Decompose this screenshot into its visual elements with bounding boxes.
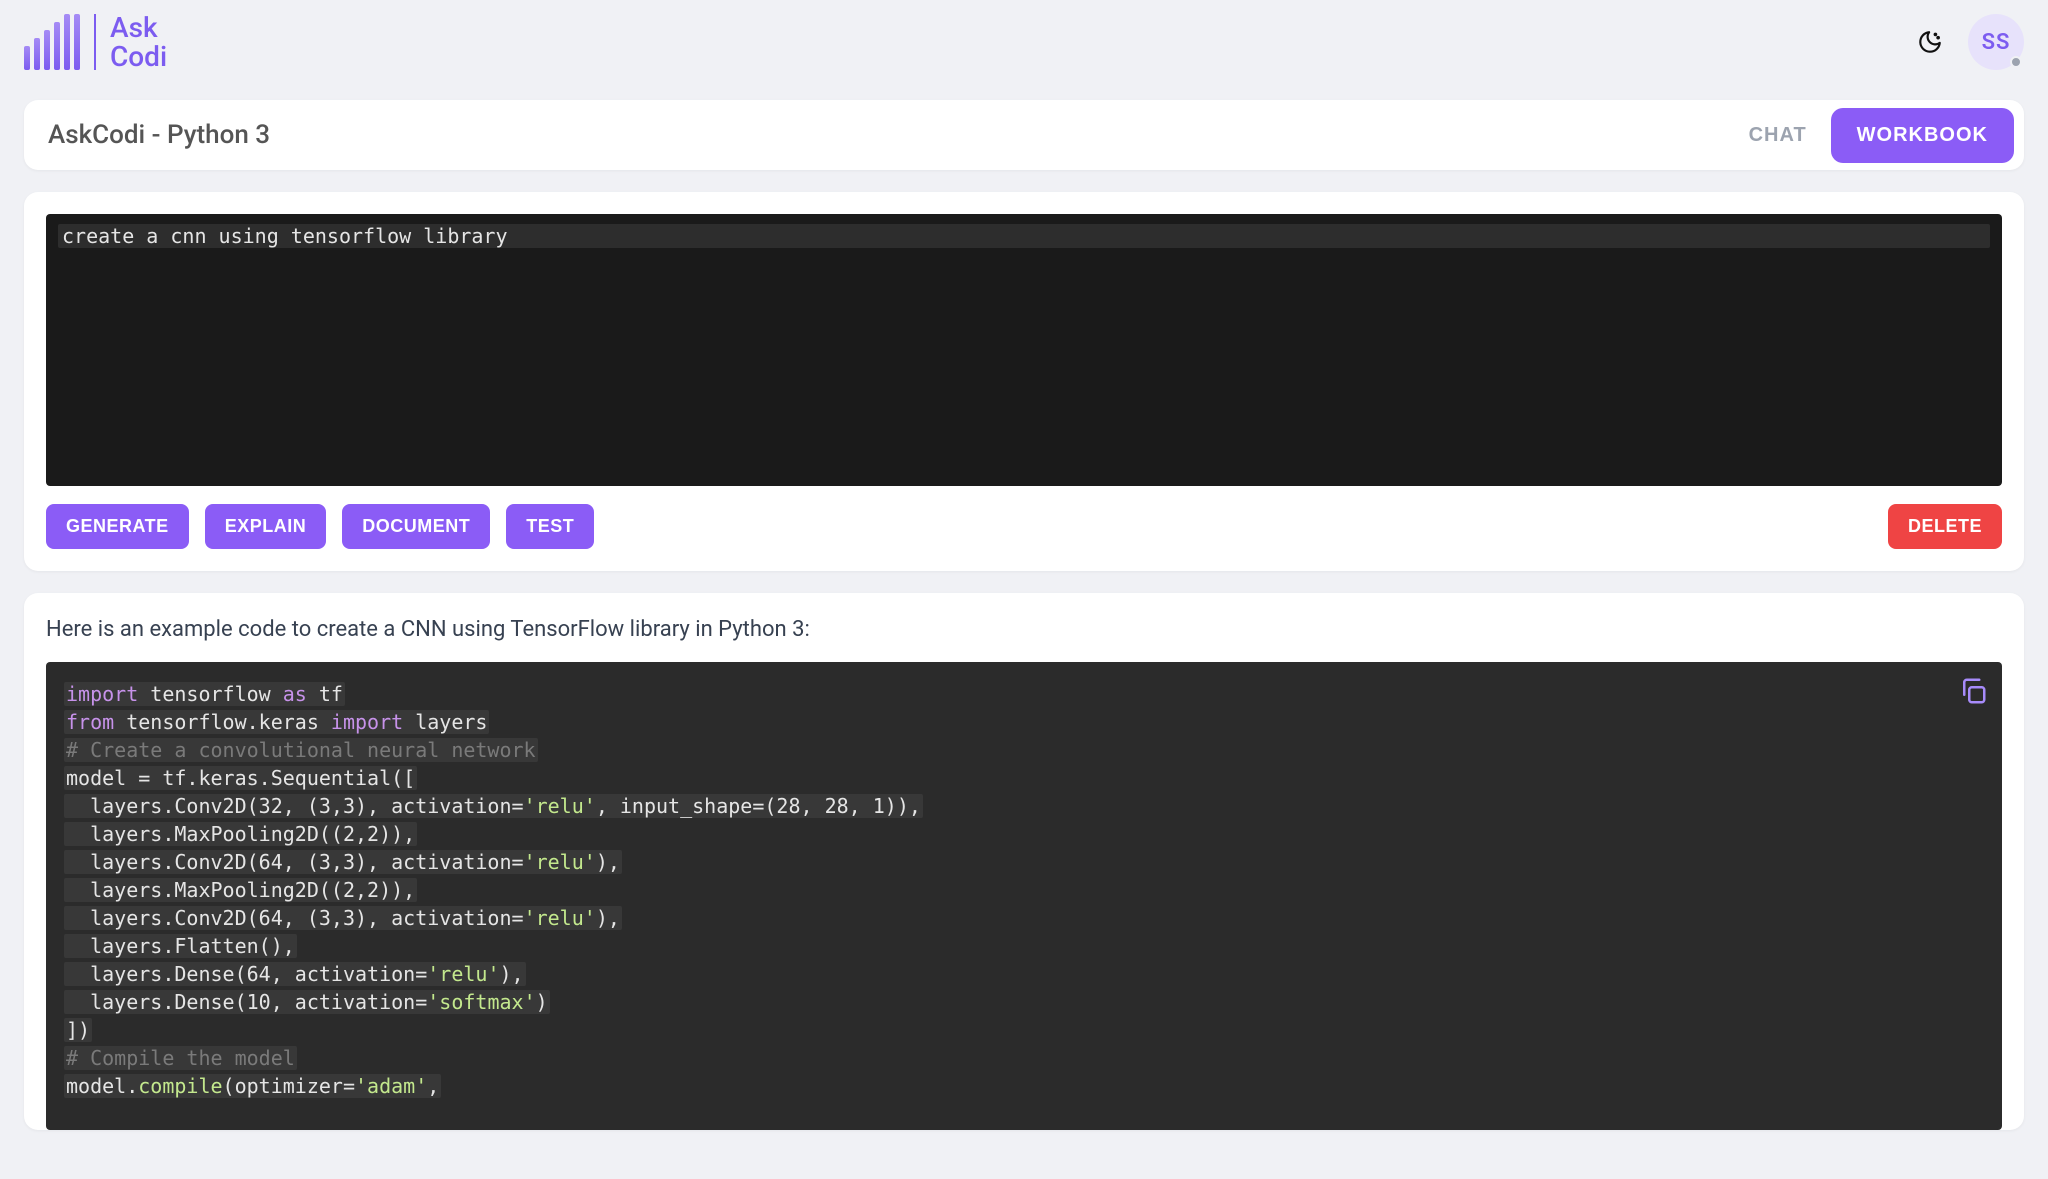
code-line: layers.Dense(10, activation='softmax') bbox=[64, 988, 1984, 1016]
logo-mark bbox=[24, 14, 80, 70]
copy-button[interactable] bbox=[1958, 676, 1988, 709]
page-title: AskCodi - Python 3 bbox=[48, 120, 270, 150]
theme-toggle[interactable] bbox=[1910, 22, 1950, 62]
tab-chat[interactable]: CHAT bbox=[1749, 124, 1807, 147]
code-line: layers.Flatten(), bbox=[64, 932, 1984, 960]
test-button[interactable]: TEST bbox=[506, 504, 594, 549]
header-right: SS bbox=[1910, 14, 2024, 70]
action-row: GENERATE EXPLAIN DOCUMENT TEST DELETE bbox=[46, 504, 2002, 549]
logo-text-line2: Codi bbox=[110, 42, 167, 71]
code-line: layers.MaxPooling2D((2,2)), bbox=[64, 820, 1984, 848]
logo-text-line1: Ask bbox=[110, 13, 167, 42]
tab-workbook[interactable]: WORKBOOK bbox=[1831, 108, 2014, 163]
code-line: model.compile(optimizer='adam', bbox=[64, 1072, 1984, 1100]
explain-button[interactable]: EXPLAIN bbox=[205, 504, 327, 549]
logo[interactable]: Ask Codi bbox=[24, 13, 167, 72]
code-line: layers.Dense(64, activation='relu'), bbox=[64, 960, 1984, 988]
code-line: import tensorflow as tf bbox=[64, 680, 1984, 708]
code-line: from tensorflow.keras import layers bbox=[64, 708, 1984, 736]
title-bar: AskCodi - Python 3 CHAT WORKBOOK bbox=[24, 100, 2024, 170]
prompt-editor[interactable]: create a cnn using tensorflow library bbox=[46, 214, 2002, 486]
top-header: Ask Codi SS bbox=[0, 0, 2048, 84]
code-line: # Create a convolutional neural network bbox=[64, 736, 1984, 764]
delete-button[interactable]: DELETE bbox=[1888, 504, 2002, 549]
code-line: # Compile the model bbox=[64, 1044, 1984, 1072]
code-line: ]) bbox=[64, 1016, 1984, 1044]
code-line: layers.Conv2D(64, (3,3), activation='rel… bbox=[64, 848, 1984, 876]
title-bar-tabs: CHAT WORKBOOK bbox=[1749, 108, 2014, 163]
avatar[interactable]: SS bbox=[1968, 14, 2024, 70]
output-card: Here is an example code to create a CNN … bbox=[24, 593, 2024, 1130]
code-line: model = tf.keras.Sequential([ bbox=[64, 764, 1984, 792]
prompt-text: create a cnn using tensorflow library bbox=[58, 224, 1990, 248]
code-line: layers.MaxPooling2D((2,2)), bbox=[64, 876, 1984, 904]
status-dot bbox=[2010, 56, 2022, 68]
night-icon bbox=[1917, 29, 1943, 55]
generate-button[interactable]: GENERATE bbox=[46, 504, 189, 549]
document-button[interactable]: DOCUMENT bbox=[342, 504, 490, 549]
copy-icon bbox=[1958, 676, 1988, 706]
input-card: create a cnn using tensorflow library GE… bbox=[24, 192, 2024, 571]
logo-divider bbox=[94, 14, 96, 70]
output-intro: Here is an example code to create a CNN … bbox=[46, 617, 2002, 642]
logo-text: Ask Codi bbox=[110, 13, 167, 72]
action-left: GENERATE EXPLAIN DOCUMENT TEST bbox=[46, 504, 594, 549]
code-line: layers.Conv2D(64, (3,3), activation='rel… bbox=[64, 904, 1984, 932]
output-code-block: import tensorflow as tf from tensorflow.… bbox=[46, 662, 2002, 1130]
code-line: layers.Conv2D(32, (3,3), activation='rel… bbox=[64, 792, 1984, 820]
avatar-initials: SS bbox=[1982, 30, 2011, 55]
